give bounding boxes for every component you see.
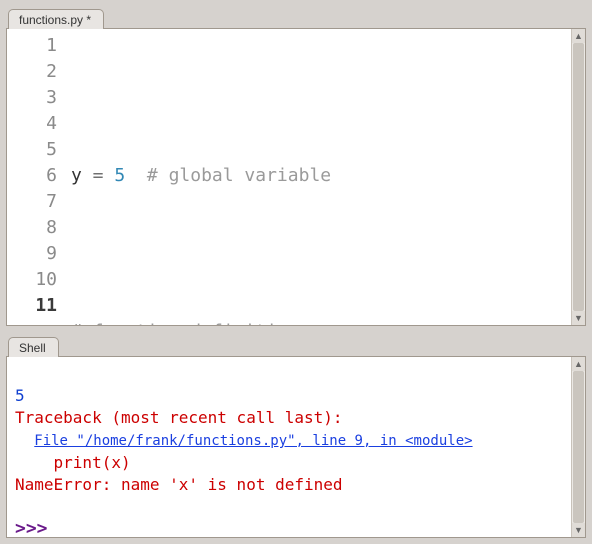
shell-error: NameError: name 'x' is not defined xyxy=(15,474,567,496)
shell-scrollbar[interactable]: ▲ ▼ xyxy=(571,357,585,537)
editor-scrollbar[interactable]: ▲ ▼ xyxy=(571,29,585,325)
code-area[interactable]: y = 5 # global variable # function defin… xyxy=(65,29,571,325)
scroll-down-icon[interactable]: ▼ xyxy=(572,523,585,537)
editor-tab[interactable]: functions.py * xyxy=(8,9,104,29)
code-line: # function definition xyxy=(71,319,571,325)
shell-traceback-code: print(x) xyxy=(15,452,567,474)
shell-output[interactable]: 5Traceback (most recent call last): File… xyxy=(7,357,571,537)
line-gutter: 1 2 3 4 5 6 7 8 9 10 11 xyxy=(7,29,65,325)
line-number: 3 xyxy=(7,85,57,111)
line-number: 1 xyxy=(7,33,57,59)
scroll-thumb[interactable] xyxy=(573,43,584,311)
line-number: 5 xyxy=(7,137,57,163)
line-number: 10 xyxy=(7,267,57,293)
line-number: 2 xyxy=(7,59,57,85)
scroll-down-icon[interactable]: ▼ xyxy=(572,311,585,325)
shell-stdout: 5 xyxy=(15,385,567,407)
shell-traceback-header: Traceback (most recent call last): xyxy=(15,407,567,429)
scroll-thumb[interactable] xyxy=(573,371,584,523)
scroll-track[interactable] xyxy=(572,43,585,311)
shell-tab[interactable]: Shell xyxy=(8,337,59,357)
scroll-track[interactable] xyxy=(572,371,585,523)
line-number: 4 xyxy=(7,111,57,137)
shell-content: 5Traceback (most recent call last): File… xyxy=(6,356,586,538)
traceback-link[interactable]: File "/home/frank/functions.py", line 9,… xyxy=(34,433,472,449)
editor-content: 1 2 3 4 5 6 7 8 9 10 11 y = 5 # global v… xyxy=(6,28,586,326)
editor-tabbar: functions.py * xyxy=(6,4,586,28)
code-line xyxy=(71,241,571,267)
shell-traceback-file: File "/home/frank/functions.py", line 9,… xyxy=(15,429,567,452)
line-number-current: 11 xyxy=(7,293,57,319)
line-number: 8 xyxy=(7,215,57,241)
scroll-up-icon[interactable]: ▲ xyxy=(572,357,585,371)
line-number: 9 xyxy=(7,241,57,267)
code-editor[interactable]: 1 2 3 4 5 6 7 8 9 10 11 y = 5 # global v… xyxy=(7,29,571,325)
scroll-up-icon[interactable]: ▲ xyxy=(572,29,585,43)
editor-pane: functions.py * 1 2 3 4 5 6 7 8 9 10 11 y… xyxy=(6,4,586,326)
shell-tabbar: Shell xyxy=(6,332,586,356)
shell-pane: Shell 5Traceback (most recent call last)… xyxy=(6,332,586,538)
line-number: 7 xyxy=(7,189,57,215)
line-number: 6 xyxy=(7,163,57,189)
shell-prompt: >>> xyxy=(15,518,58,537)
code-line: y = 5 # global variable xyxy=(71,163,571,189)
code-line xyxy=(71,85,571,111)
